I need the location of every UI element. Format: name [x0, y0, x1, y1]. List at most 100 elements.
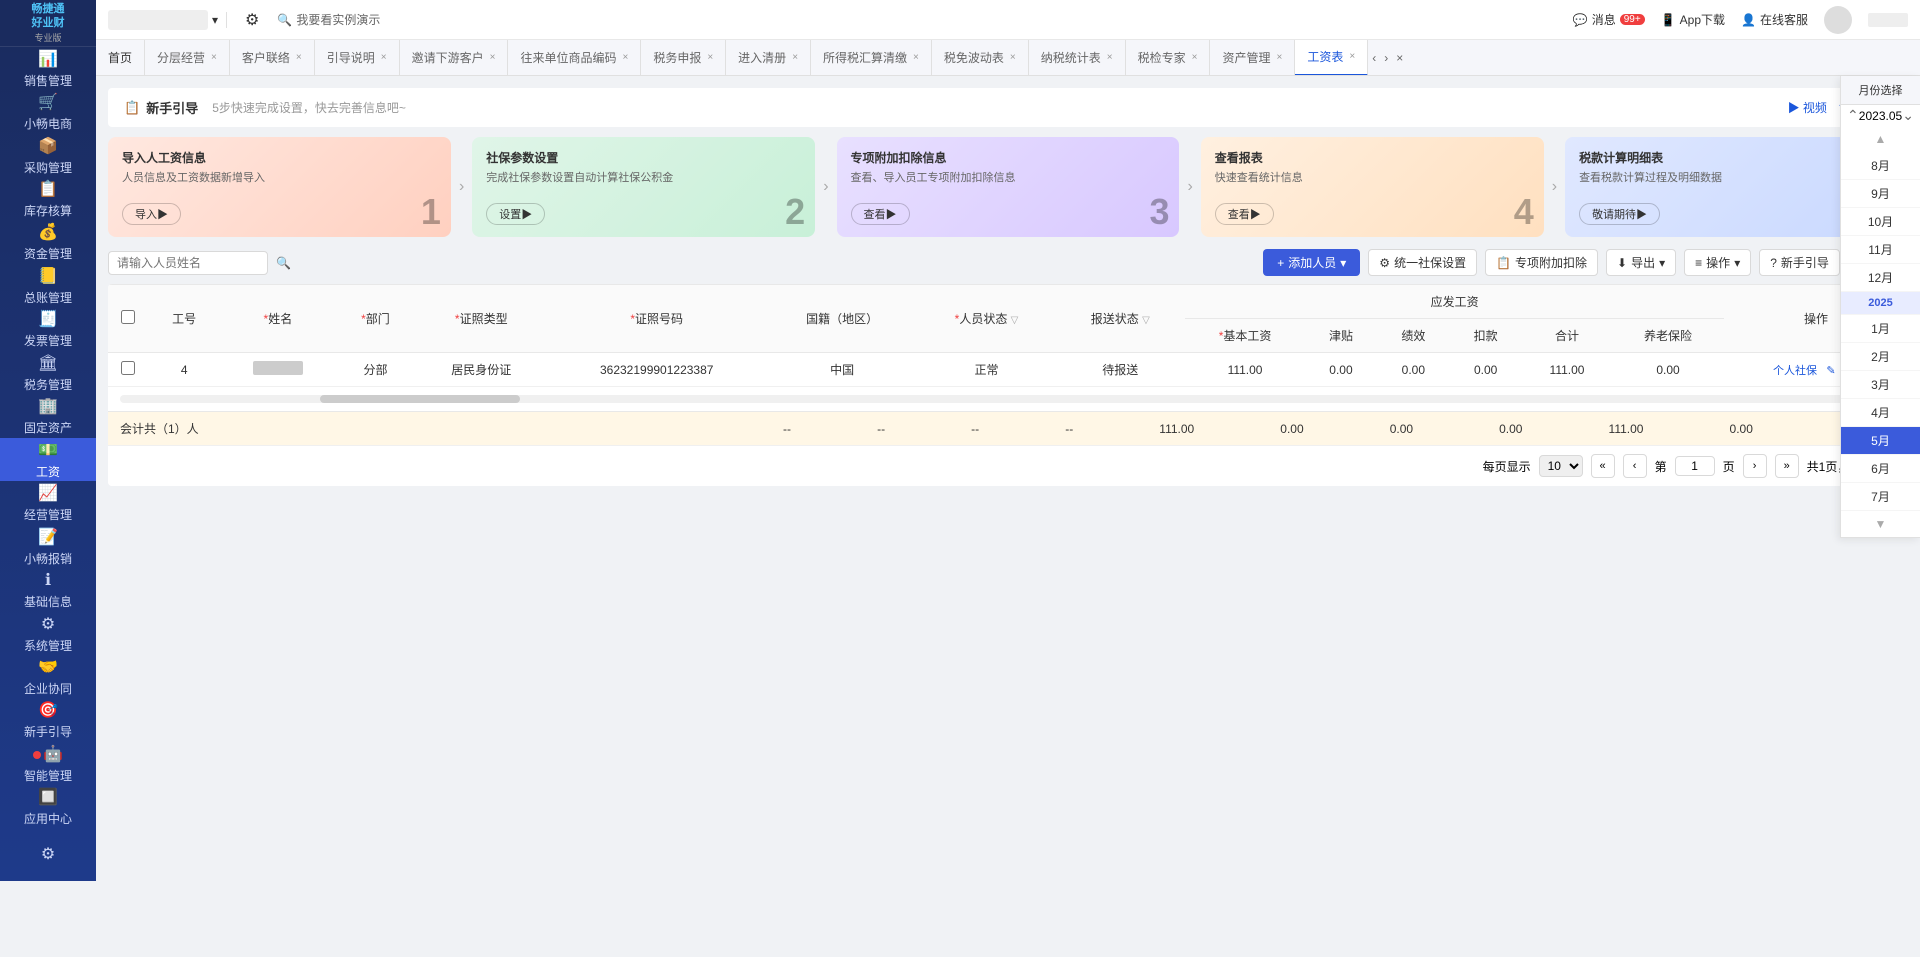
sidebar-item-appstore[interactable]: 🔲 应用中心	[0, 786, 96, 829]
month-item-12[interactable]: 12月	[1841, 264, 1920, 292]
page-number-input[interactable]	[1675, 456, 1715, 476]
sidebar-item-ecommerce[interactable]: 🛒 小畅电商	[0, 90, 96, 133]
month-item-8[interactable]: 8月	[1841, 152, 1920, 180]
tab-tax-stats[interactable]: 纳税统计表 ×	[1029, 40, 1126, 76]
search-input[interactable]	[108, 251, 268, 275]
month-item-9[interactable]: 9月	[1841, 180, 1920, 208]
operations-btn[interactable]: ≡ 操作 ▾	[1684, 249, 1751, 276]
tab-close-icon[interactable]: ×	[622, 52, 628, 63]
step-5-btn[interactable]: 敬请期待▶	[1579, 203, 1660, 225]
month-item-10[interactable]: 10月	[1841, 208, 1920, 236]
sidebar-item-purchase[interactable]: 📦 采购管理	[0, 134, 96, 177]
step-4-btn[interactable]: 查看▶	[1215, 203, 1274, 225]
tabs-close-all[interactable]: ×	[1392, 51, 1407, 65]
tab-close-icon[interactable]: ×	[1349, 51, 1355, 62]
sidebar-item-marketing[interactable]: 📝 小畅报销	[0, 525, 96, 568]
tab-home[interactable]: 首页	[96, 40, 145, 76]
add-employee-btn[interactable]: + 添加人员 ▾	[1263, 249, 1360, 276]
scroll-up-icon[interactable]: ▲	[1873, 130, 1889, 148]
tab-clearance[interactable]: 进入清册 ×	[726, 40, 811, 76]
per-page-select[interactable]: 10 20 50	[1539, 455, 1583, 477]
export-btn[interactable]: ⬇ 导出 ▾	[1606, 249, 1676, 276]
sidebar-item-config[interactable]: ⚙	[0, 829, 96, 881]
month-scroll-up[interactable]: ▲	[1873, 130, 1889, 148]
online-service-btn[interactable]: 👤 在线客服	[1741, 11, 1808, 28]
company-selector[interactable]: ▾	[108, 10, 218, 30]
tab-tax-report[interactable]: 税务申报 ×	[641, 40, 726, 76]
step-1-btn[interactable]: 导入▶	[122, 203, 181, 225]
tab-close-icon[interactable]: ×	[707, 52, 713, 63]
tabs-nav-next[interactable]: ›	[1380, 51, 1392, 65]
messages-btn[interactable]: 💬 消息 99+	[1573, 11, 1645, 28]
tab-customer[interactable]: 客户联络 ×	[230, 40, 315, 76]
tab-payroll[interactable]: 工资表 ×	[1295, 40, 1368, 76]
sidebar-item-finance[interactable]: 💰 资金管理	[0, 221, 96, 264]
month-item-2[interactable]: 2月	[1841, 343, 1920, 371]
tab-close-icon[interactable]: ×	[913, 52, 919, 63]
select-all-checkbox[interactable]	[121, 310, 135, 324]
demo-btn[interactable]: 🔍 我要看实例演示	[277, 11, 380, 28]
unified-settings-btn[interactable]: ⚙ 统一社保设置	[1368, 249, 1477, 276]
settings-btn[interactable]: ⚙	[235, 6, 269, 34]
row-checkbox[interactable]	[121, 361, 135, 375]
tab-close-icon[interactable]: ×	[490, 52, 496, 63]
report-status-filter-icon[interactable]: ▽	[1142, 315, 1150, 326]
last-page-btn[interactable]: »	[1775, 454, 1799, 478]
prev-page-btn[interactable]: ‹	[1623, 454, 1647, 478]
tab-tax-expert[interactable]: 税检专家 ×	[1126, 40, 1211, 76]
search-icon[interactable]: 🔍	[276, 256, 291, 270]
sidebar-item-operations[interactable]: 📈 经营管理	[0, 481, 96, 524]
avatar[interactable]	[1824, 6, 1852, 34]
sidebar-item-collab[interactable]: 🤝 企业协同	[0, 655, 96, 698]
sidebar-item-inventory[interactable]: 📋 库存核算	[0, 177, 96, 220]
next-page-btn[interactable]: ›	[1743, 454, 1767, 478]
tab-close-icon[interactable]: ×	[792, 52, 798, 63]
step-2-btn[interactable]: 设置▶	[486, 203, 545, 225]
tab-tax-exempt[interactable]: 税免波动表 ×	[932, 40, 1029, 76]
tab-asset-mgmt[interactable]: 资产管理 ×	[1210, 40, 1295, 76]
tab-close-icon[interactable]: ×	[381, 52, 387, 63]
month-item-3[interactable]: 3月	[1841, 371, 1920, 399]
app-download-btn[interactable]: 📱 App下载	[1661, 11, 1725, 28]
tab-close-icon[interactable]: ×	[1010, 52, 1016, 63]
tab-partition[interactable]: 分层经营 ×	[145, 40, 230, 76]
sidebar-item-guide[interactable]: 🎯 新手引导	[0, 699, 96, 742]
month-year-up-btn[interactable]: ⌃	[1847, 107, 1859, 124]
sidebar-item-invoice[interactable]: 🧾 发票管理	[0, 308, 96, 351]
tab-close-icon[interactable]: ×	[296, 52, 302, 63]
scroll-down-icon[interactable]: ▼	[1873, 515, 1889, 533]
horizontal-scrollbar[interactable]	[120, 395, 1896, 403]
scrollbar-thumb[interactable]	[320, 395, 520, 403]
month-year-down-btn[interactable]: ⌄	[1902, 107, 1914, 124]
month-item-5[interactable]: 5月	[1841, 427, 1920, 455]
edit-icon[interactable]: ✎	[1826, 365, 1835, 377]
tab-guide[interactable]: 引导说明 ×	[315, 40, 400, 76]
month-item-7[interactable]: 7月	[1841, 483, 1920, 511]
sidebar-item-sales[interactable]: 📊 销售管理	[0, 47, 96, 90]
sidebar-item-smart[interactable]: 🤖 智能管理	[0, 742, 96, 785]
tabs-nav-prev[interactable]: ‹	[1368, 51, 1380, 65]
tab-invite[interactable]: 邀请下游客户 ×	[400, 40, 509, 76]
tab-close-icon[interactable]: ×	[211, 52, 217, 63]
month-item-11[interactable]: 11月	[1841, 236, 1920, 264]
tab-product-code[interactable]: 往来单位商品编码 ×	[508, 40, 641, 76]
sidebar-item-assets[interactable]: 🏢 固定资产	[0, 395, 96, 438]
sidebar-item-payroll[interactable]: 💵 工资	[0, 438, 96, 481]
personal-insurance-link[interactable]: 个人社保	[1773, 365, 1817, 377]
sidebar-item-system[interactable]: ⚙ 系统管理	[0, 612, 96, 655]
step-3-btn[interactable]: 查看▶	[851, 203, 910, 225]
first-page-btn[interactable]: «	[1591, 454, 1615, 478]
tab-close-icon[interactable]: ×	[1107, 52, 1113, 63]
month-item-4[interactable]: 4月	[1841, 399, 1920, 427]
new-guide-btn[interactable]: ? 新手引导	[1759, 249, 1840, 276]
sidebar-item-ledger[interactable]: 📒 总账管理	[0, 264, 96, 307]
guide-video-btn[interactable]: ▶ 视频	[1788, 99, 1827, 116]
tab-close-icon[interactable]: ×	[1276, 52, 1282, 63]
special-deduction-btn[interactable]: 📋 专项附加扣除	[1485, 249, 1598, 276]
month-item-6[interactable]: 6月	[1841, 455, 1920, 483]
sidebar-item-basic[interactable]: ℹ 基础信息	[0, 568, 96, 611]
tab-tax-calc[interactable]: 所得税汇算清缴 ×	[811, 40, 932, 76]
tab-close-icon[interactable]: ×	[1192, 52, 1198, 63]
user-menu-btn[interactable]	[1868, 13, 1908, 27]
status-filter-icon[interactable]: ▽	[1011, 315, 1019, 326]
